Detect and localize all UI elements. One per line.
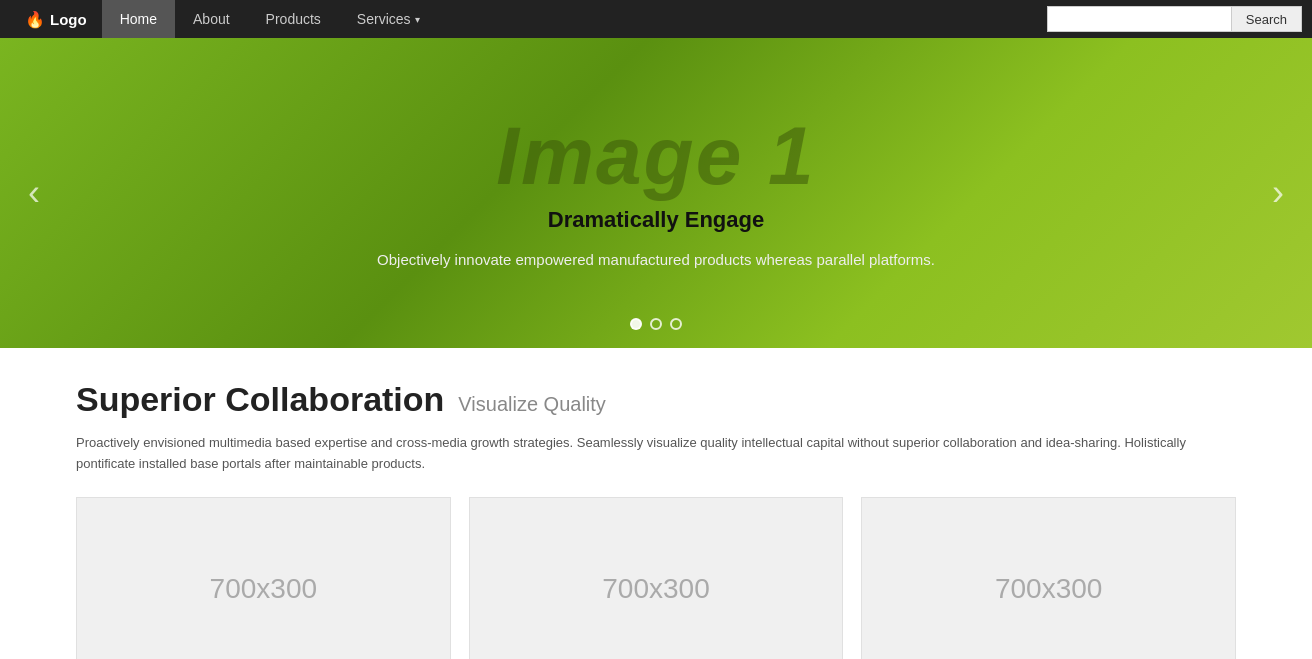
main-content: Superior Collaboration Visualize Quality…	[0, 348, 1312, 659]
search-input[interactable]	[1047, 6, 1232, 32]
image-grid: 700x300 700x300 700x300	[76, 497, 1236, 659]
carousel-next-button[interactable]: ›	[1254, 162, 1302, 224]
image-placeholder-1: 700x300	[76, 497, 451, 659]
carousel-prev-button[interactable]: ‹	[10, 162, 58, 224]
image-placeholder-label-3: 700x300	[995, 573, 1102, 605]
nav-logo[interactable]: 🔥 Logo	[10, 0, 102, 38]
logo-label: Logo	[50, 11, 87, 28]
image-placeholder-2: 700x300	[469, 497, 844, 659]
nav-links: Home About Products Services ▾	[102, 0, 438, 38]
nav-search: Search	[1047, 0, 1312, 38]
carousel-indicator-3[interactable]	[670, 318, 682, 330]
image-placeholder-label-1: 700x300	[210, 573, 317, 605]
nav-link-home[interactable]: Home	[102, 0, 175, 38]
carousel-title: Dramatically Engage	[377, 207, 935, 233]
carousel-image-label: Image 1	[377, 115, 935, 197]
nav-link-services[interactable]: Services ▾	[339, 0, 438, 38]
image-placeholder-label-2: 700x300	[602, 573, 709, 605]
section-header: Superior Collaboration Visualize Quality	[76, 380, 1236, 419]
carousel-description: Objectively innovate empowered manufactu…	[377, 249, 935, 272]
carousel-indicator-1[interactable]	[630, 318, 642, 330]
flame-icon: 🔥	[25, 10, 45, 29]
navbar: 🔥 Logo Home About Products Services ▾ Se…	[0, 0, 1312, 38]
carousel-content: Image 1 Dramatically Engage Objectively …	[297, 115, 1015, 272]
carousel: ‹ Image 1 Dramatically Engage Objectivel…	[0, 38, 1312, 348]
search-button[interactable]: Search	[1232, 6, 1302, 32]
carousel-indicators	[630, 318, 682, 330]
section-description: Proactively envisioned multimedia based …	[76, 433, 1236, 475]
section-title: Superior Collaboration	[76, 380, 444, 419]
image-placeholder-3: 700x300	[861, 497, 1236, 659]
carousel-indicator-2[interactable]	[650, 318, 662, 330]
section-subtitle: Visualize Quality	[458, 393, 605, 416]
chevron-down-icon: ▾	[415, 14, 420, 25]
nav-link-about[interactable]: About	[175, 0, 248, 38]
nav-link-products[interactable]: Products	[248, 0, 339, 38]
